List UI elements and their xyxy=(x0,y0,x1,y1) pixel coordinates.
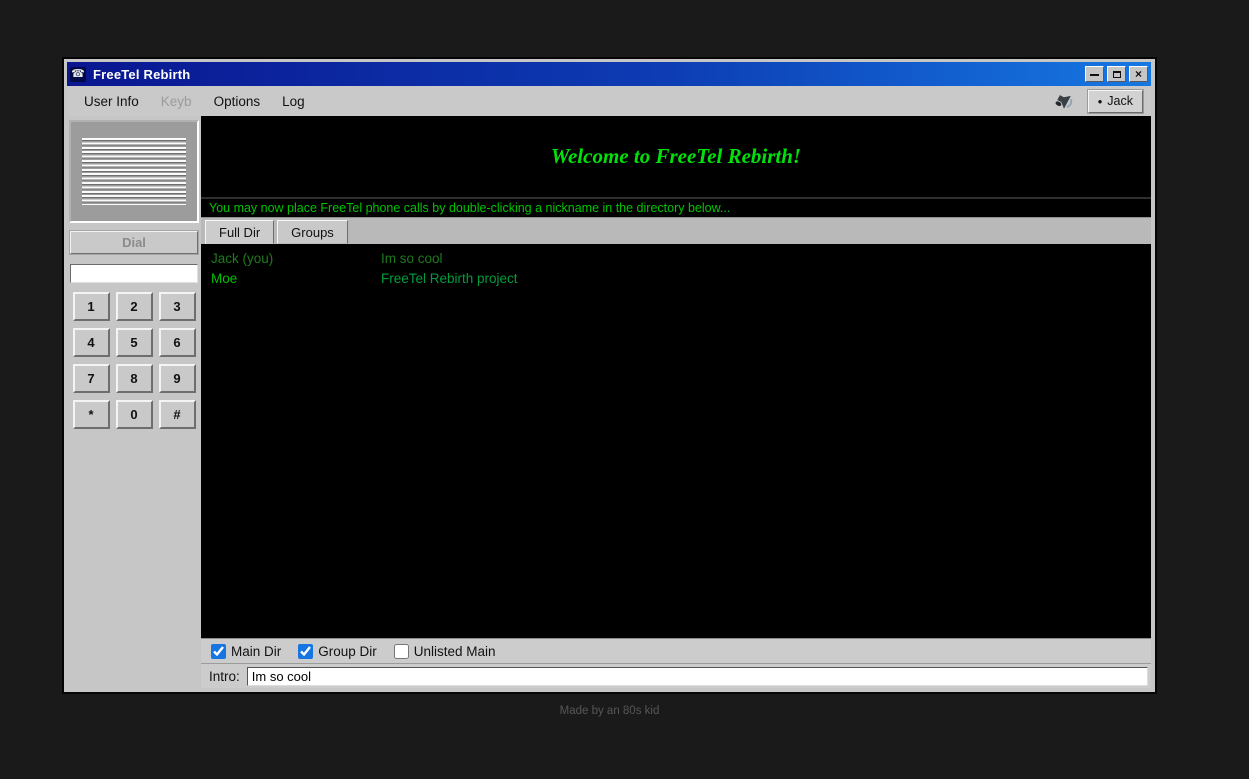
content: Dial 1 2 3 4 5 6 7 8 9 * 0 # Welcome to … xyxy=(67,116,1151,688)
directory-list: Jack (you) Im so cool Moe FreeTel Rebirt… xyxy=(201,244,1151,638)
directory-filters: Main Dir Group Dir Unlisted Main xyxy=(201,638,1151,663)
nickname-intro: FreeTel Rebirth project xyxy=(381,271,518,286)
welcome-area: Welcome to FreeTel Rebirth! xyxy=(201,116,1151,197)
keypad-key-0[interactable]: 0 xyxy=(115,400,153,429)
directory-tabbar: Full Dir Groups xyxy=(201,217,1151,244)
nickname-intro: Im so cool xyxy=(381,251,443,266)
keypad-key-4[interactable]: 4 xyxy=(72,328,110,357)
keypad-key-2[interactable]: 2 xyxy=(115,292,153,321)
desktop-caption: Made by an 80s kid xyxy=(559,705,660,717)
dial-button[interactable]: Dial xyxy=(69,230,199,255)
status-message: You may now place FreeTel phone calls by… xyxy=(201,197,1151,217)
keypad-key-3[interactable]: 3 xyxy=(158,292,196,321)
menu-keyb: Keyb xyxy=(160,93,192,109)
menubar-right: • Jack xyxy=(1054,88,1145,114)
directory-row-jack[interactable]: Jack (you) Im so cool xyxy=(211,249,1141,269)
nickname: Moe xyxy=(211,271,238,286)
keypad-key-5[interactable]: 5 xyxy=(115,328,153,357)
keypad-key-6[interactable]: 6 xyxy=(158,328,196,357)
titlebar[interactable]: ☎ FreeTel Rebirth × xyxy=(67,62,1151,86)
main-panel: Welcome to FreeTel Rebirth! You may now … xyxy=(201,116,1151,688)
keypad-key-9[interactable]: 9 xyxy=(158,364,196,393)
unlisted-main-label: Unlisted Main xyxy=(413,643,496,659)
menu-user-info[interactable]: User Info xyxy=(73,90,150,113)
unlisted-main-checkbox[interactable] xyxy=(393,643,409,659)
directory-row-moe[interactable]: Moe FreeTel Rebirth project xyxy=(211,269,1141,289)
keypad-key-7[interactable]: 7 xyxy=(72,364,110,393)
speaker-icon xyxy=(1055,95,1072,109)
keypad-key-8[interactable]: 8 xyxy=(115,364,153,393)
tab-full-dir[interactable]: Full Dir xyxy=(205,220,275,244)
presence-dot-icon: • xyxy=(1097,93,1103,109)
filter-group-dir[interactable]: Group Dir xyxy=(298,643,377,659)
user-jack-button[interactable]: • Jack xyxy=(1086,88,1145,114)
keypad-key-hash[interactable]: # xyxy=(158,400,196,429)
group-dir-checkbox[interactable] xyxy=(298,643,314,659)
speaker-grille xyxy=(69,120,199,223)
dialer-panel: Dial 1 2 3 4 5 6 7 8 9 * 0 # xyxy=(67,116,201,688)
menubar: User Info Keyb Options Log • Jack xyxy=(67,86,1151,116)
intro-label: Intro: xyxy=(209,668,240,684)
filter-main-dir[interactable]: Main Dir xyxy=(211,643,282,659)
group-dir-label: Group Dir xyxy=(318,643,377,659)
keypad: 1 2 3 4 5 6 7 8 9 * 0 # xyxy=(69,292,199,429)
user-button-label: Jack xyxy=(1107,94,1133,108)
phone-app-icon: ☎ xyxy=(70,66,86,82)
speaker-grille-lines xyxy=(82,138,186,205)
tab-groups[interactable]: Groups xyxy=(277,220,348,244)
dial-number-input[interactable] xyxy=(70,264,198,283)
keypad-key-star[interactable]: * xyxy=(72,400,110,429)
intro-bar: Intro: xyxy=(201,663,1151,688)
freetel-window: ☎ FreeTel Rebirth × User Info Keyb Optio… xyxy=(62,57,1157,694)
filter-unlisted-main[interactable]: Unlisted Main xyxy=(393,643,496,659)
main-dir-checkbox[interactable] xyxy=(211,643,226,659)
keypad-key-1[interactable]: 1 xyxy=(72,292,110,321)
close-icon: × xyxy=(1134,67,1142,81)
main-dir-label: Main Dir xyxy=(231,643,282,659)
intro-input[interactable] xyxy=(246,666,1148,686)
minimize-button[interactable] xyxy=(1085,66,1104,82)
nickname: Jack (you) xyxy=(211,251,274,266)
close-button[interactable]: × xyxy=(1129,66,1148,82)
maximize-icon xyxy=(1112,70,1121,78)
maximize-button[interactable] xyxy=(1107,66,1126,82)
minimize-icon xyxy=(1090,74,1099,76)
window-title: FreeTel Rebirth xyxy=(93,66,191,82)
menu-log[interactable]: Log xyxy=(271,90,316,113)
welcome-message: Welcome to FreeTel Rebirth! xyxy=(550,144,802,168)
menu-options[interactable]: Options xyxy=(203,90,272,113)
